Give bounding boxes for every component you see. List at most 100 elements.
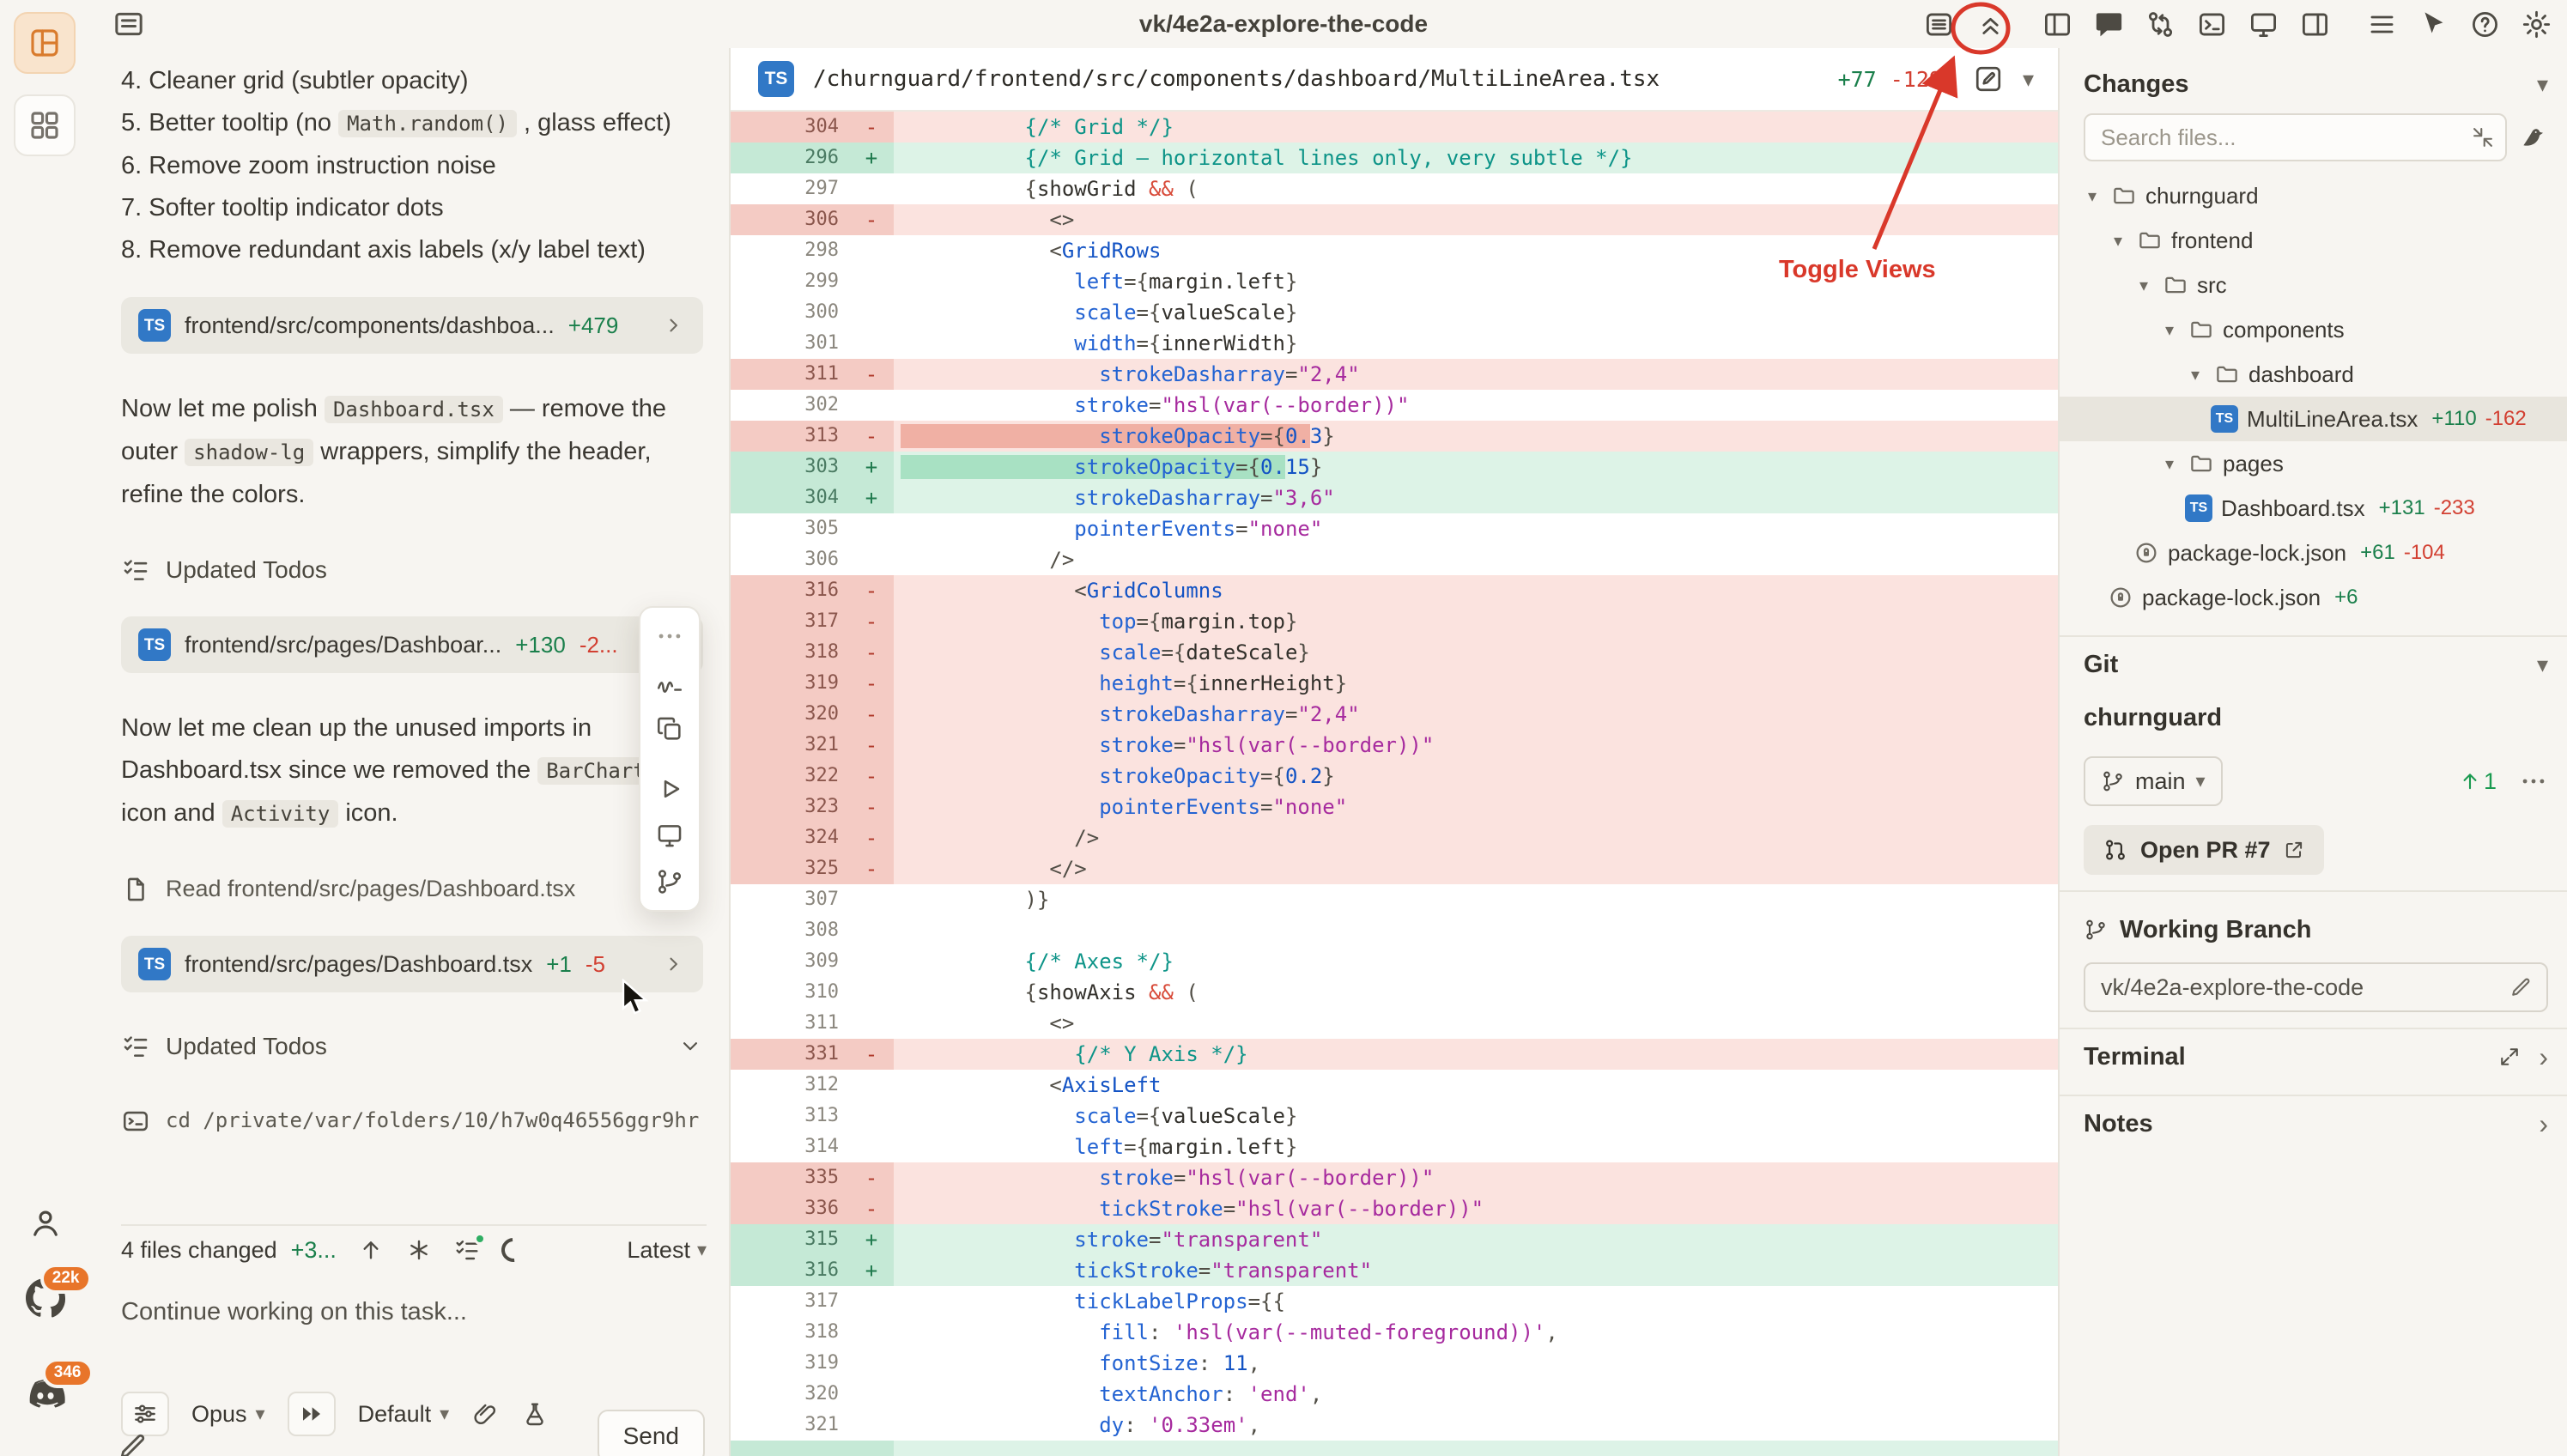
user-button[interactable]: [27, 1205, 64, 1246]
settings-icon[interactable]: [2519, 7, 2553, 41]
chevron-down-icon[interactable]: ▾: [2159, 453, 2180, 475]
fast-forward-icon: [298, 1400, 325, 1428]
file-change-chip[interactable]: TSfrontend/src/components/dashboa...+479: [121, 297, 703, 354]
terminal-icon[interactable]: [2194, 7, 2229, 41]
copy-icon[interactable]: [650, 709, 689, 749]
tree-item-src[interactable]: ▾src: [2060, 263, 2567, 307]
collapse-diagonal-icon[interactable]: [2471, 125, 2495, 149]
line-number: 320: [731, 1379, 849, 1410]
working-branch-field[interactable]: vk/4e2a-explore-the-code: [2084, 962, 2548, 1012]
help-icon[interactable]: [2467, 7, 2502, 41]
diff-line: 320 textAnchor: 'end',: [731, 1379, 2058, 1410]
chevron-down-icon[interactable]: ▾: [2537, 71, 2548, 98]
grid-tab[interactable]: [14, 94, 76, 156]
bird-icon[interactable]: [2519, 123, 2548, 152]
toggle-views-icon[interactable]: [1921, 7, 1956, 41]
ahead-count[interactable]: 1: [2458, 768, 2497, 795]
todos-indicator[interactable]: [453, 1236, 481, 1264]
git-branch-icon[interactable]: [650, 862, 689, 901]
divider: [2060, 635, 2567, 637]
tree-item-MultiLineArea.tsx[interactable]: TSMultiLineArea.tsx+110-162: [2060, 397, 2567, 441]
grid-icon: [27, 107, 63, 143]
github-link[interactable]: 22k: [25, 1277, 66, 1323]
file-change-chip[interactable]: TSfrontend/src/pages/Dashboar...+130-2..…: [121, 616, 703, 673]
read-file-row[interactable]: Read frontend/src/pages/Dashboard.tsx: [121, 868, 703, 910]
expand-icon[interactable]: [2497, 1045, 2521, 1069]
chevron-down-icon[interactable]: ▾: [2023, 66, 2034, 93]
send-button[interactable]: Send: [598, 1410, 705, 1456]
file-search[interactable]: [2084, 113, 2507, 161]
branch-selector[interactable]: main ▾: [2084, 756, 2223, 806]
updated-todos[interactable]: Updated Todos: [121, 549, 703, 591]
updated-todos[interactable]: Updated Todos: [121, 1025, 703, 1067]
diff-marker: -: [849, 1162, 894, 1193]
line-number: 321: [731, 730, 849, 761]
tree-item-components[interactable]: ▾components: [2060, 307, 2567, 352]
tree-item-frontend[interactable]: ▾frontend: [2060, 218, 2567, 263]
pencil-icon[interactable]: [116, 1430, 149, 1456]
flask-icon[interactable]: [521, 1400, 549, 1428]
chevron-down-icon[interactable]: ▾: [2082, 185, 2103, 207]
chevron-down-icon[interactable]: ▾: [2108, 230, 2128, 252]
monitor-icon[interactable]: [650, 816, 689, 855]
chat-scroll[interactable]: 4. Cleaner grid (subtler opacity)5. Bett…: [90, 48, 729, 1224]
line-number: 305: [731, 513, 849, 544]
window-title: vk/4e2a-explore-the-code: [1139, 10, 1428, 38]
tree-item-package-lock.json[interactable]: package-lock.json+61-104: [2060, 531, 2567, 575]
terminal-title: Terminal: [2084, 1043, 2186, 1071]
terminal-header[interactable]: Terminal ›: [2060, 1034, 2567, 1079]
topbar-actions: [1921, 7, 2553, 41]
chevron-down-icon[interactable]: [677, 1034, 703, 1059]
cursor-icon[interactable]: [2416, 7, 2450, 41]
chat-bubble-icon[interactable]: [2091, 7, 2126, 41]
dots-horizontal-icon[interactable]: [650, 616, 689, 656]
arrow-up-icon[interactable]: [357, 1236, 385, 1264]
latest-dropdown[interactable]: Latest▾: [627, 1237, 707, 1264]
line-number: [731, 1441, 849, 1456]
chevron-right-icon[interactable]: ›: [2539, 1110, 2548, 1138]
diff-line: 319- height={innerHeight}: [731, 668, 2058, 699]
assistant-text: 4. Cleaner grid (subtler opacity): [121, 60, 703, 102]
window-stack-icon[interactable]: [112, 7, 146, 41]
chevrons-up-icon[interactable]: [1973, 7, 2007, 41]
message-input-wrap: [121, 1274, 707, 1386]
tree-item-dashboard[interactable]: ▾dashboard: [2060, 352, 2567, 397]
git-compare-icon[interactable]: [2143, 7, 2177, 41]
removed-count: -104: [2404, 541, 2445, 565]
chevron-right-icon[interactable]: ›: [2539, 1043, 2548, 1071]
file-change-chip[interactable]: TSfrontend/src/pages/Dashboard.tsx+1-5: [121, 936, 703, 992]
monitor-icon[interactable]: [2246, 7, 2280, 41]
notes-header[interactable]: Notes ›: [2060, 1101, 2567, 1146]
play-icon[interactable]: [650, 769, 689, 809]
search-input[interactable]: [2101, 124, 2471, 151]
tree-item-Dashboard.tsx[interactable]: TSDashboard.tsx+131-233: [2060, 486, 2567, 531]
chevron-down-icon[interactable]: ▾: [2159, 319, 2180, 341]
more-options-icon[interactable]: [2519, 767, 2548, 796]
discord-link[interactable]: 346: [23, 1372, 68, 1421]
menu-icon[interactable]: [2364, 7, 2399, 41]
preset-dropdown[interactable]: Default▾: [358, 1401, 450, 1428]
change-view-icon[interactable]: [1973, 64, 2004, 94]
tree-item-pages[interactable]: ▾pages: [2060, 441, 2567, 486]
attach-icon[interactable]: [471, 1400, 499, 1428]
message-input[interactable]: [121, 1274, 707, 1326]
chevron-down-icon[interactable]: ▾: [2537, 652, 2548, 678]
signature-icon[interactable]: [650, 663, 689, 702]
model-dropdown[interactable]: Opus▾: [191, 1401, 265, 1428]
removed-count: -129: [1890, 67, 1942, 92]
terminal-command-row[interactable]: cd /private/var/folders/10/h7w0q46556ggr…: [121, 1100, 703, 1142]
files-changed[interactable]: 4 files changed: [121, 1237, 277, 1264]
open-pr-button[interactable]: Open PR #7: [2084, 825, 2324, 875]
sparkle-icon[interactable]: [405, 1236, 433, 1264]
chevron-down-icon[interactable]: ▾: [2185, 364, 2206, 385]
edit-icon[interactable]: [2509, 975, 2533, 999]
fast-forward-button[interactable]: [288, 1392, 336, 1436]
diff-body[interactable]: 304- {/* Grid */}296+ {/* Grid — horizon…: [731, 112, 2058, 1456]
diff-line: 313- strokeOpacity={0.3}: [731, 421, 2058, 452]
tree-item-churnguard[interactable]: ▾churnguard: [2060, 173, 2567, 218]
layout-left-icon[interactable]: [2040, 7, 2074, 41]
layout-right-icon[interactable]: [2297, 7, 2332, 41]
chevron-down-icon[interactable]: ▾: [2133, 275, 2154, 296]
diff-line: 311- strokeDasharray="2,4": [731, 359, 2058, 390]
tree-item-package-lock.json[interactable]: package-lock.json+6: [2060, 575, 2567, 620]
